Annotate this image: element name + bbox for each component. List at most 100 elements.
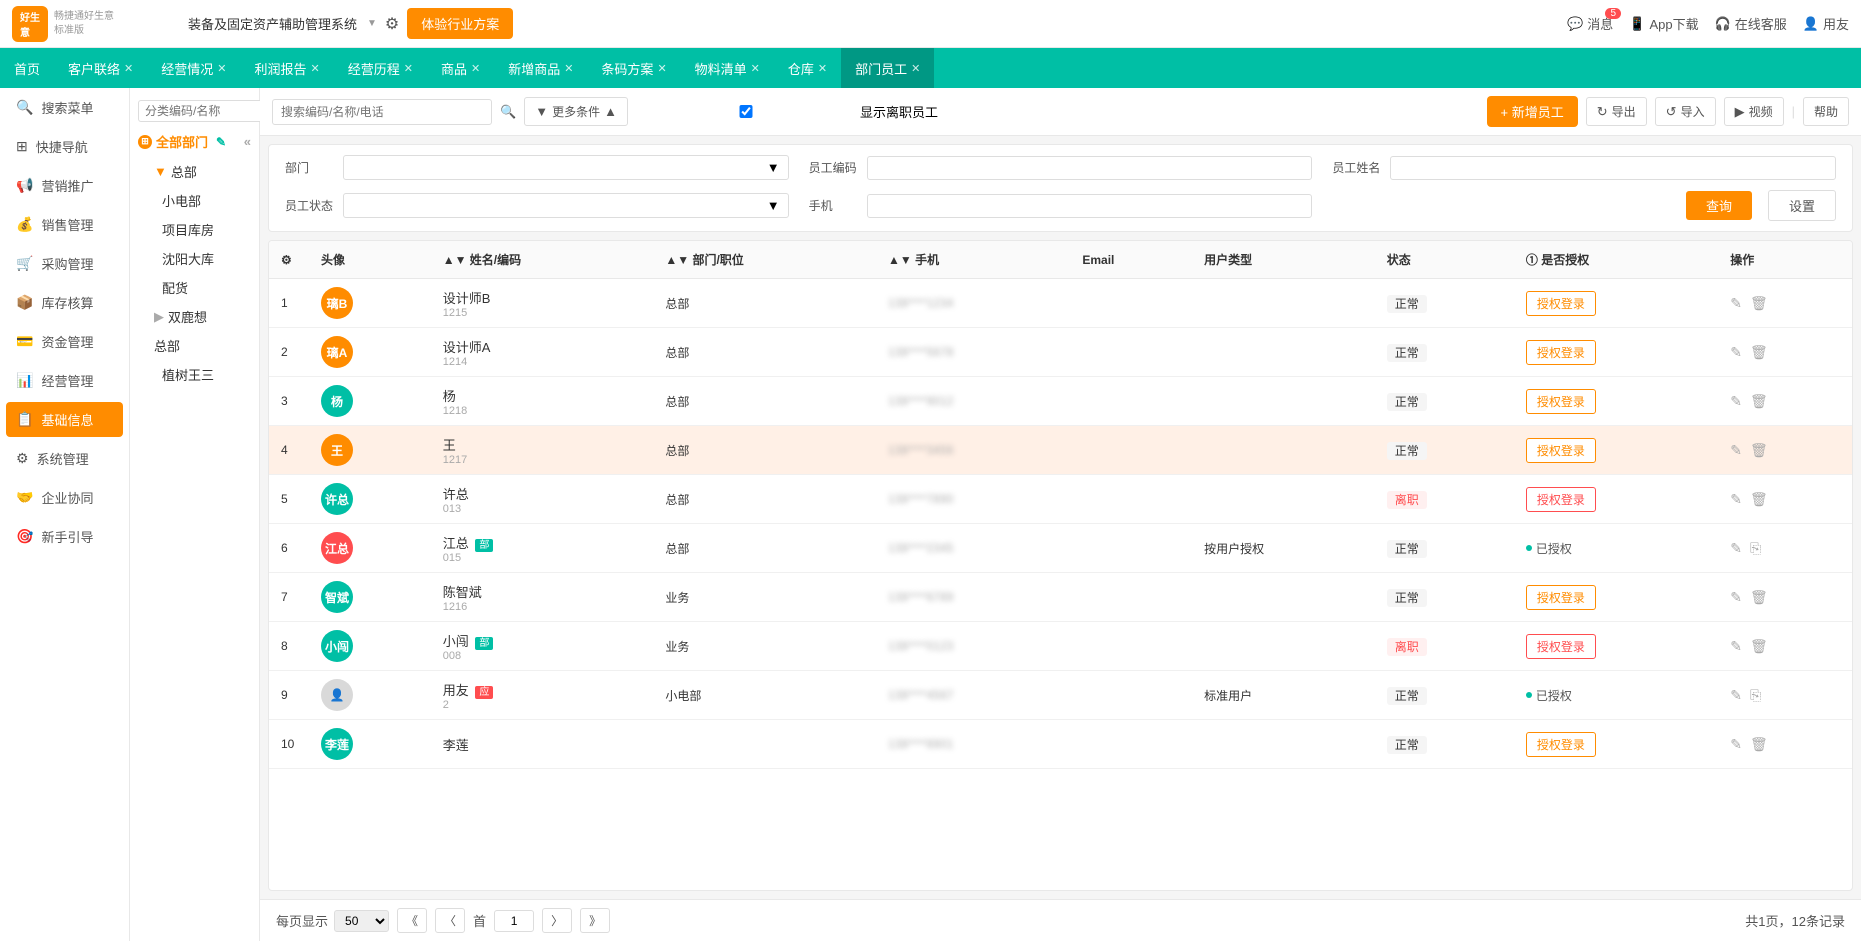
edit-icon-row1[interactable]: ✎ [1730,295,1742,312]
edit-icon-row7[interactable]: ✎ [1730,589,1742,606]
nav-close-barcode[interactable]: ✕ [657,62,666,75]
edit-icon-row2[interactable]: ✎ [1730,344,1742,361]
delete-icon-row10[interactable]: 🗑 [1750,736,1768,753]
row3-auth[interactable]: 授权登录 [1514,377,1718,426]
prev-page-button[interactable]: 〈 [435,908,465,933]
nav-item-warehouse[interactable]: 仓库 ✕ [774,48,841,88]
filter-phone-input[interactable] [867,194,1313,218]
row7-auth[interactable]: 授权登录 [1514,573,1718,622]
search-button[interactable]: 查询 [1686,191,1752,220]
nav-item-customer[interactable]: 客户联络 ✕ [54,48,147,88]
auth-button-row10[interactable]: 授权登录 [1526,732,1596,757]
delete-icon-row1[interactable]: 🗑 [1750,295,1768,312]
edit-icon-row10[interactable]: ✎ [1730,736,1742,753]
col-dept[interactable]: ▲▼ 部门/职位 [653,241,876,279]
col-settings[interactable]: ⚙ [269,241,309,279]
auth-button-row5[interactable]: 授权登录 [1526,487,1596,512]
sidebar-item-collab[interactable]: 🤝 企业协同 [0,478,129,517]
nav-item-new-goods[interactable]: 新增商品 ✕ [494,48,587,88]
show-resigned-checkbox-label[interactable]: 显示离职员工 [636,102,938,121]
nav-close-goods[interactable]: ✕ [471,62,480,75]
settings-icon[interactable]: ⚙ [385,14,399,34]
dept-item-zhishu[interactable]: 植树王三 [130,360,259,389]
col-auth[interactable]: ① 是否授权 [1514,241,1718,279]
sidebar-item-sales[interactable]: 💰 销售管理 [0,205,129,244]
nav-close-employee[interactable]: ✕ [911,62,920,75]
delete-icon-row5[interactable]: 🗑 [1750,491,1768,508]
nav-close-customer[interactable]: ✕ [124,62,133,75]
dept-edit-icon[interactable]: ✎ [216,135,226,149]
all-dept-title[interactable]: ⊞ 全部部门 ✎ « [130,126,259,157]
next-page-button[interactable]: 〉 [542,908,572,933]
dept-item-shuanglu[interactable]: ▶ 双鹿想 [130,302,259,331]
row10-auth[interactable]: 授权登录 [1514,720,1718,769]
dept-item-peihuo[interactable]: 配货 [130,273,259,302]
row4-auth[interactable]: 授权登录 [1514,426,1718,475]
dept-item-zongbu-expand[interactable]: ▼ 总部 [130,157,259,186]
nav-close-bom[interactable]: ✕ [751,62,760,75]
search-toolbar-icon[interactable]: 🔍 [500,104,516,120]
view-button[interactable]: ▶ 视频 [1724,97,1784,126]
last-page-button[interactable]: 》 [580,908,610,933]
export-button[interactable]: ↻ 导出 [1586,97,1647,126]
sidebar-item-search[interactable]: 🔍 搜索菜单 [0,88,129,127]
first-page-button[interactable]: 《 [397,908,427,933]
sidebar-item-basic[interactable]: 📋 基础信息 [6,402,123,437]
nav-item-bom[interactable]: 物料清单 ✕ [681,48,774,88]
nav-item-goods[interactable]: 商品 ✕ [427,48,494,88]
help-button[interactable]: 帮助 [1803,97,1849,126]
filter-empcode-input[interactable] [867,156,1313,180]
edit-icon-row9[interactable]: ✎ [1730,687,1742,704]
auth-button-row1[interactable]: 授权登录 [1526,291,1596,316]
nav-item-employee[interactable]: 部门员工 ✕ [841,48,934,88]
sidebar-item-marketing[interactable]: 📢 营销推广 [0,166,129,205]
online-service-button[interactable]: 🎧 在线客服 [1715,14,1787,33]
delete-icon-row8[interactable]: 🗑 [1750,638,1768,655]
message-button[interactable]: 💬 消息 5 [1567,14,1613,33]
more-filter-button[interactable]: ▼ 更多条件 ▲ [524,97,628,126]
row2-auth[interactable]: 授权登录 [1514,328,1718,377]
auth-button-row4[interactable]: 授权登录 [1526,438,1596,463]
auth-button-row2[interactable]: 授权登录 [1526,340,1596,365]
row8-auth[interactable]: 授权登录 [1514,622,1718,671]
delete-icon-row4[interactable]: 🗑 [1750,442,1768,459]
nav-item-history[interactable]: 经营历程 ✕ [334,48,427,88]
edit-icon-row3[interactable]: ✎ [1730,393,1742,410]
nav-close-profit[interactable]: ✕ [311,62,320,75]
nav-item-profit[interactable]: 利润报告 ✕ [240,48,333,88]
trial-button[interactable]: 体验行业方案 [407,8,513,39]
sidebar-item-business[interactable]: 📊 经营管理 [0,361,129,400]
nav-close-operation[interactable]: ✕ [217,62,226,75]
add-employee-button[interactable]: + 新增员工 [1487,96,1578,127]
edit-icon-row8[interactable]: ✎ [1730,638,1742,655]
nav-close-warehouse[interactable]: ✕ [818,62,827,75]
auth-button-row3[interactable]: 授权登录 [1526,389,1596,414]
edit-icon-row4[interactable]: ✎ [1730,442,1742,459]
filter-dept-select[interactable]: ▼ [343,155,789,180]
page-number-input[interactable] [494,910,534,932]
sys-title-dropdown-icon[interactable]: ▼ [367,18,377,29]
delete-icon-row2[interactable]: 🗑 [1750,344,1768,361]
col-name[interactable]: ▲▼ 姓名/编码 [431,241,654,279]
sidebar-item-inventory[interactable]: 📦 库存核算 [0,283,129,322]
copy-icon-row6[interactable]: ⎘ [1750,540,1761,557]
delete-icon-row7[interactable]: 🗑 [1750,589,1768,606]
dept-item-zongbu2[interactable]: 总部 [130,331,259,360]
sidebar-item-purchase[interactable]: 🛒 采购管理 [0,244,129,283]
nav-close-new-goods[interactable]: ✕ [564,62,573,75]
edit-icon-row5[interactable]: ✎ [1730,491,1742,508]
set-button[interactable]: 设置 [1768,190,1836,221]
search-input[interactable] [272,99,492,125]
edit-icon-row6[interactable]: ✎ [1730,540,1742,557]
filter-empstatus-select[interactable]: ▼ [343,193,789,218]
nav-item-barcode[interactable]: 条码方案 ✕ [587,48,680,88]
nav-close-history[interactable]: ✕ [404,62,413,75]
per-page-select[interactable]: 50 100 200 [334,910,389,932]
sidebar-item-guide[interactable]: 🎯 新手引导 [0,517,129,556]
copy-icon-row9[interactable]: ⎘ [1750,687,1761,704]
import-button[interactable]: ↺ 导入 [1655,97,1716,126]
nav-item-home[interactable]: 首页 [0,48,54,88]
dept-item-shenyang[interactable]: 沈阳大库 [130,244,259,273]
row5-auth[interactable]: 授权登录 [1514,475,1718,524]
app-download-button[interactable]: 📱 App下载 [1629,14,1698,33]
